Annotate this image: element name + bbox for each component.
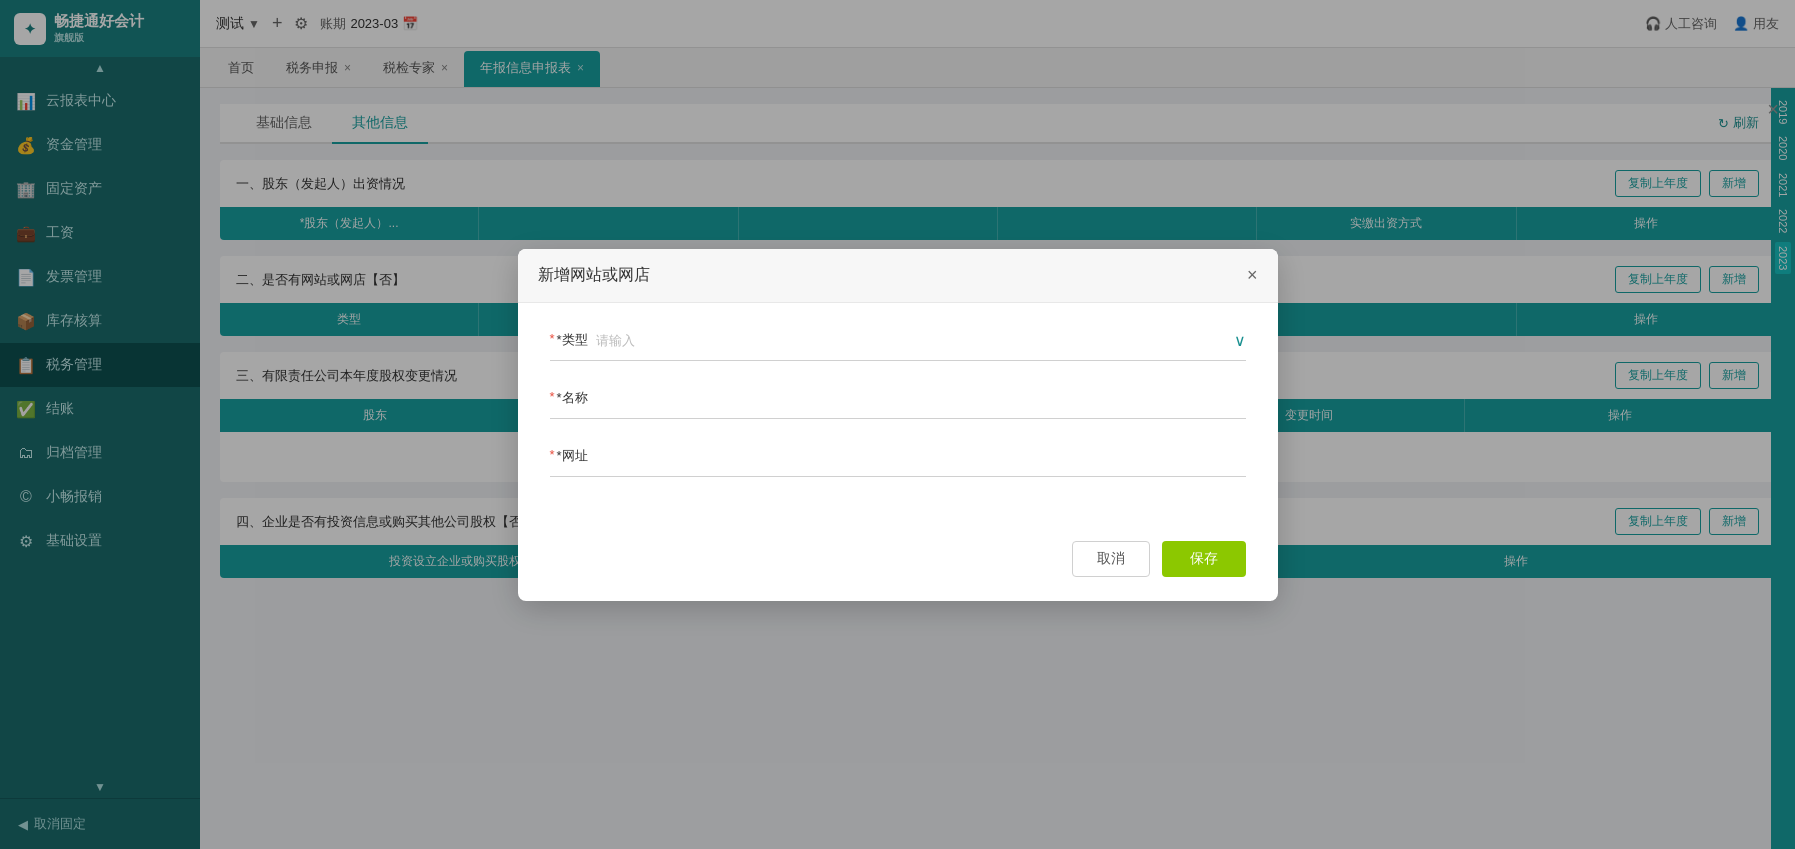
dialog-title: 新增网站或网店 [538,265,650,286]
type-input[interactable] [596,327,1226,354]
cancel-button[interactable]: 取消 [1072,541,1150,577]
name-required-mark: * [550,389,555,407]
dialog-body: * *类型 ∨ * *名称 [518,303,1278,525]
type-label-text: *类型 [557,331,588,349]
type-required-mark: * [550,331,555,349]
name-label: * *名称 [550,389,588,407]
url-field-row: * *网址 [550,443,1246,477]
dialog-header: 新增网站或网店 × [518,249,1278,303]
add-website-dialog: 新增网站或网店 × * *类型 ∨ * [518,249,1278,601]
dialog-footer: 取消 保存 [518,525,1278,601]
name-field: * *名称 [550,385,1246,419]
save-button[interactable]: 保存 [1162,541,1246,577]
name-field-row: * *名称 [550,385,1246,419]
name-input[interactable] [596,385,1246,412]
modal-overlay: 新增网站或网店 × * *类型 ∨ * [0,0,1795,849]
type-field: * *类型 ∨ [550,327,1246,361]
url-required-mark: * [550,447,555,465]
url-label-text: *网址 [557,447,588,465]
url-input[interactable] [596,443,1246,470]
dialog-close-button[interactable]: × [1247,266,1258,284]
type-field-row: * *类型 ∨ [550,327,1246,361]
type-label: * *类型 [550,331,588,349]
type-dropdown-icon[interactable]: ∨ [1234,331,1246,350]
name-label-text: *名称 [557,389,588,407]
url-field: * *网址 [550,443,1246,477]
url-label: * *网址 [550,447,588,465]
